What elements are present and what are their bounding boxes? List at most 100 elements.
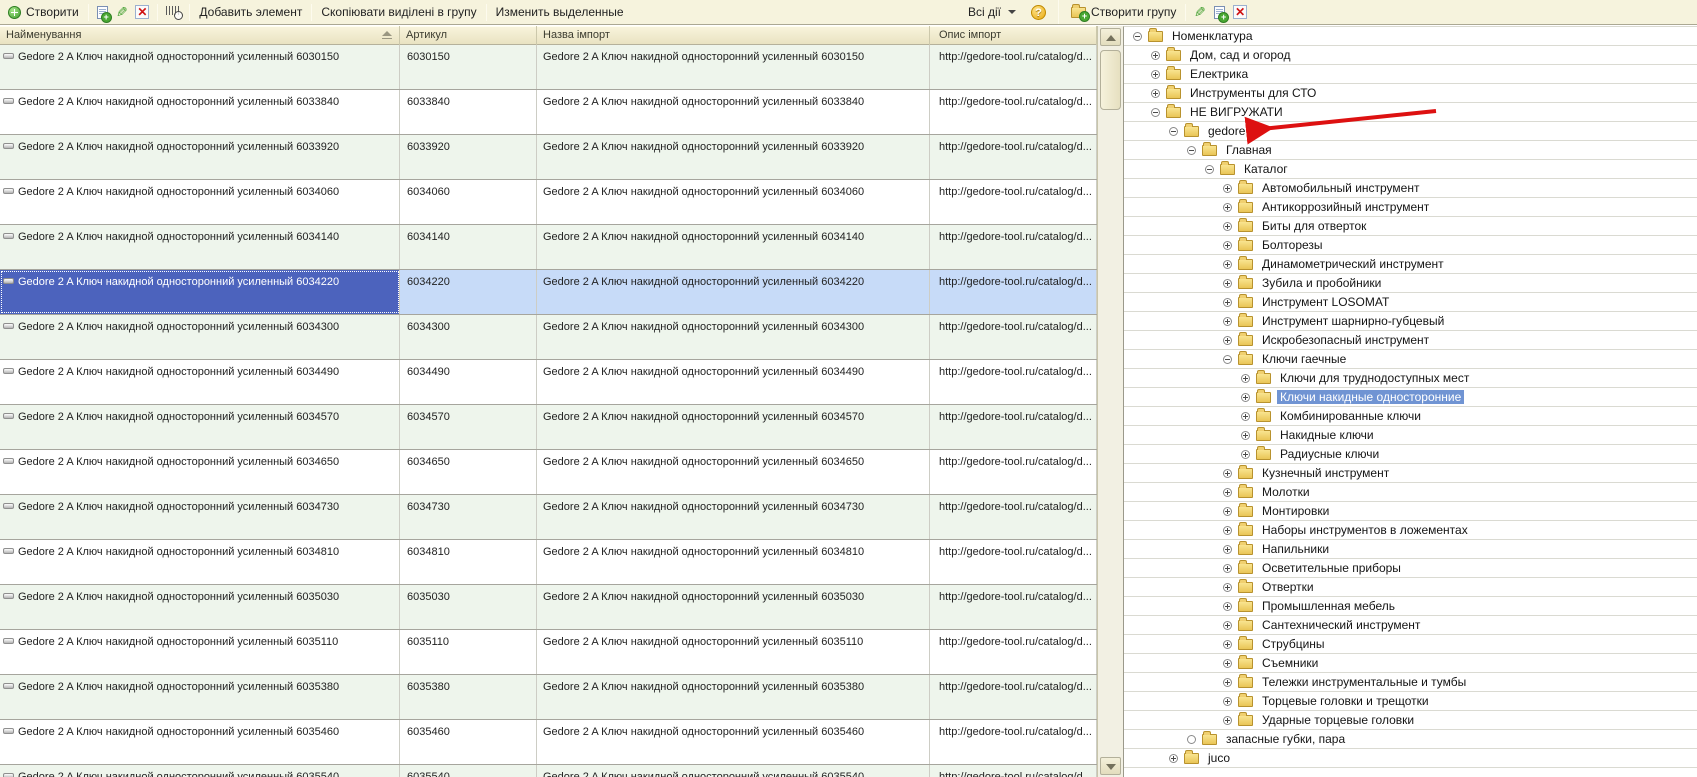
- expand-icon[interactable]: [1151, 88, 1160, 98]
- expand-icon[interactable]: [1223, 259, 1232, 269]
- expand-icon[interactable]: [1223, 183, 1232, 193]
- expand-icon[interactable]: [1223, 297, 1232, 307]
- cell-import-name[interactable]: Gedore 2 A Ключ накидной односторонний у…: [537, 315, 930, 359]
- expand-icon[interactable]: [1223, 525, 1232, 535]
- cell-import-desc[interactable]: http://gedore-tool.ru/catalog/d...: [930, 270, 1097, 314]
- cell-import-desc[interactable]: http://gedore-tool.ru/catalog/d...: [930, 315, 1097, 359]
- tree-item-съемники[interactable]: Съемники: [1124, 654, 1697, 673]
- delete-icon[interactable]: ✕: [1233, 5, 1248, 19]
- cell-name[interactable]: Gedore 2 A Ключ накидной односторонний у…: [0, 135, 400, 179]
- delete-icon[interactable]: ✕: [135, 5, 150, 19]
- tree-item-зубила-и-пробойники[interactable]: Зубила и пробойники: [1124, 274, 1697, 293]
- add-element-button[interactable]: Добавить элемент: [194, 3, 307, 21]
- cell-import-desc[interactable]: http://gedore-tool.ru/catalog/d...: [930, 540, 1097, 584]
- create-group-button[interactable]: Створити групу: [1066, 3, 1181, 22]
- expand-icon[interactable]: [1151, 69, 1160, 79]
- expand-icon[interactable]: [1223, 544, 1232, 554]
- edit-pencil-icon[interactable]: ✎: [1194, 4, 1206, 20]
- cell-import-desc[interactable]: http://gedore-tool.ru/catalog/d...: [930, 720, 1097, 764]
- tree-item-наборы-инструментов-в-ложементах[interactable]: Наборы инструментов в ложементах: [1124, 521, 1697, 540]
- table-row[interactable]: Gedore 2 A Ключ накидной односторонний у…: [0, 630, 1097, 675]
- cell-import-name[interactable]: Gedore 2 A Ключ накидной односторонний у…: [537, 540, 930, 584]
- cell-import-name[interactable]: Gedore 2 A Ключ накидной односторонний у…: [537, 630, 930, 674]
- tree-item-молотки[interactable]: Молотки: [1124, 483, 1697, 502]
- cell-import-desc[interactable]: http://gedore-tool.ru/catalog/d...: [930, 90, 1097, 134]
- tree-item-запасные-губки-пара[interactable]: запасные губки, пара: [1124, 730, 1697, 749]
- cell-article[interactable]: 6035460: [400, 720, 537, 764]
- table-row[interactable]: Gedore 2 A Ключ накидной односторонний у…: [0, 90, 1097, 135]
- cell-article[interactable]: 6035110: [400, 630, 537, 674]
- cell-import-name[interactable]: Gedore 2 A Ключ накидной односторонний у…: [537, 450, 930, 494]
- column-header-import-name[interactable]: Назва імпорт: [537, 26, 930, 45]
- expand-icon[interactable]: [1241, 449, 1250, 459]
- tree-item-радиусные-ключи[interactable]: Радиусные ключи: [1124, 445, 1697, 464]
- expand-icon[interactable]: [1151, 50, 1160, 60]
- copy-item-icon[interactable]: [1214, 5, 1230, 23]
- cell-import-name[interactable]: Gedore 2 A Ключ накидной односторонний у…: [537, 675, 930, 719]
- tree-item-искробезопасный-инструмент[interactable]: Искробезопасный инструмент: [1124, 331, 1697, 350]
- cell-article[interactable]: 6034490: [400, 360, 537, 404]
- tree-item-инструмент-шарнирно-губцевый[interactable]: Инструмент шарнирно-губцевый: [1124, 312, 1697, 331]
- expand-icon[interactable]: [1223, 487, 1232, 497]
- tree-item-болторезы[interactable]: Болторезы: [1124, 236, 1697, 255]
- cell-article[interactable]: 6034650: [400, 450, 537, 494]
- expand-icon[interactable]: [1223, 316, 1232, 326]
- collapse-icon[interactable]: [1169, 126, 1178, 136]
- tree-item-промышленная-мебель[interactable]: Промышленная мебель: [1124, 597, 1697, 616]
- tree-item-номенклатура[interactable]: Номенклатура: [1124, 27, 1697, 46]
- tree-item-напильники[interactable]: Напильники: [1124, 540, 1697, 559]
- cell-import-name[interactable]: Gedore 2 A Ключ накидной односторонний у…: [537, 720, 930, 764]
- table-row[interactable]: Gedore 2 A Ключ накидной односторонний у…: [0, 540, 1097, 585]
- expand-icon[interactable]: [1223, 335, 1232, 345]
- table-row[interactable]: Gedore 2 A Ключ накидной односторонний у…: [0, 180, 1097, 225]
- cell-import-name[interactable]: Gedore 2 A Ключ накидной односторонний у…: [537, 765, 930, 777]
- scrollbar-thumb[interactable]: [1100, 50, 1121, 110]
- table-row[interactable]: Gedore 2 A Ключ накидной односторонний у…: [0, 225, 1097, 270]
- cell-import-desc[interactable]: http://gedore-tool.ru/catalog/d...: [930, 180, 1097, 224]
- cell-article[interactable]: 6034140: [400, 225, 537, 269]
- tree-item-монтировки[interactable]: Монтировки: [1124, 502, 1697, 521]
- table-row[interactable]: Gedore 2 A Ключ накидной односторонний у…: [0, 360, 1097, 405]
- cell-import-name[interactable]: Gedore 2 A Ключ накидной односторонний у…: [537, 585, 930, 629]
- collapse-icon[interactable]: [1133, 31, 1142, 41]
- cell-import-desc[interactable]: http://gedore-tool.ru/catalog/d...: [930, 765, 1097, 777]
- edit-selected-button[interactable]: Изменить выделенные: [491, 3, 629, 21]
- scroll-up-button[interactable]: [1100, 28, 1121, 46]
- table-row[interactable]: Gedore 2 A Ключ накидной односторонний у…: [0, 405, 1097, 450]
- column-header-name[interactable]: Найменування: [0, 26, 400, 45]
- cell-article[interactable]: 6034220: [400, 270, 537, 314]
- tree-item-ударные-торцевые-головки[interactable]: Ударные торцевые головки: [1124, 711, 1697, 730]
- cell-import-desc[interactable]: http://gedore-tool.ru/catalog/d...: [930, 630, 1097, 674]
- cell-import-name[interactable]: Gedore 2 A Ключ накидной односторонний у…: [537, 45, 930, 89]
- expand-icon[interactable]: [1223, 582, 1232, 592]
- expand-icon[interactable]: [1223, 639, 1232, 649]
- expand-icon[interactable]: [1223, 468, 1232, 478]
- tree-item-инструменты-для-сто[interactable]: Инструменты для СТО: [1124, 84, 1697, 103]
- table-row[interactable]: Gedore 2 A Ключ накидной односторонний у…: [0, 675, 1097, 720]
- cell-name[interactable]: Gedore 2 A Ключ накидной односторонний у…: [0, 540, 400, 584]
- cell-import-name[interactable]: Gedore 2 A Ключ накидной односторонний у…: [537, 270, 930, 314]
- tree-item-накидные-ключи[interactable]: Накидные ключи: [1124, 426, 1697, 445]
- cell-name[interactable]: Gedore 2 A Ключ накидной односторонний у…: [0, 90, 400, 134]
- cell-import-name[interactable]: Gedore 2 A Ключ накидной односторонний у…: [537, 495, 930, 539]
- table-row[interactable]: Gedore 2 A Ключ накидной односторонний у…: [0, 315, 1097, 360]
- copy-item-icon[interactable]: [96, 5, 112, 23]
- cell-article[interactable]: 6035540: [400, 765, 537, 777]
- cell-name[interactable]: Gedore 2 A Ключ накидной односторонний у…: [0, 450, 400, 494]
- tree-item-комбинированные-ключи[interactable]: Комбинированные ключи: [1124, 407, 1697, 426]
- expand-icon[interactable]: [1241, 373, 1250, 383]
- cell-import-desc[interactable]: http://gedore-tool.ru/catalog/d...: [930, 360, 1097, 404]
- tree-item-сантехнический-инструмент[interactable]: Сантехнический инструмент: [1124, 616, 1697, 635]
- scroll-down-button[interactable]: [1100, 757, 1121, 775]
- cell-article[interactable]: 6034300: [400, 315, 537, 359]
- cell-article[interactable]: 6034730: [400, 495, 537, 539]
- tree-item-тележки-инструментальные-и-тумбы[interactable]: Тележки инструментальные и тумбы: [1124, 673, 1697, 692]
- cell-import-name[interactable]: Gedore 2 A Ключ накидной односторонний у…: [537, 225, 930, 269]
- tree-item-gedore[interactable]: gedore: [1124, 122, 1697, 141]
- expand-icon[interactable]: [1223, 677, 1232, 687]
- tree-item-торцевые-головки-и-трещотки[interactable]: Торцевые головки и трещотки: [1124, 692, 1697, 711]
- tree-item-динамометрический-инструмент[interactable]: Динамометрический инструмент: [1124, 255, 1697, 274]
- cell-name[interactable]: Gedore 2 A Ключ накидной односторонний у…: [0, 585, 400, 629]
- tree-item-ключи-для-труднодоступных-мест[interactable]: Ключи для труднодоступных мест: [1124, 369, 1697, 388]
- cell-name[interactable]: Gedore 2 A Ключ накидной односторонний у…: [0, 270, 400, 314]
